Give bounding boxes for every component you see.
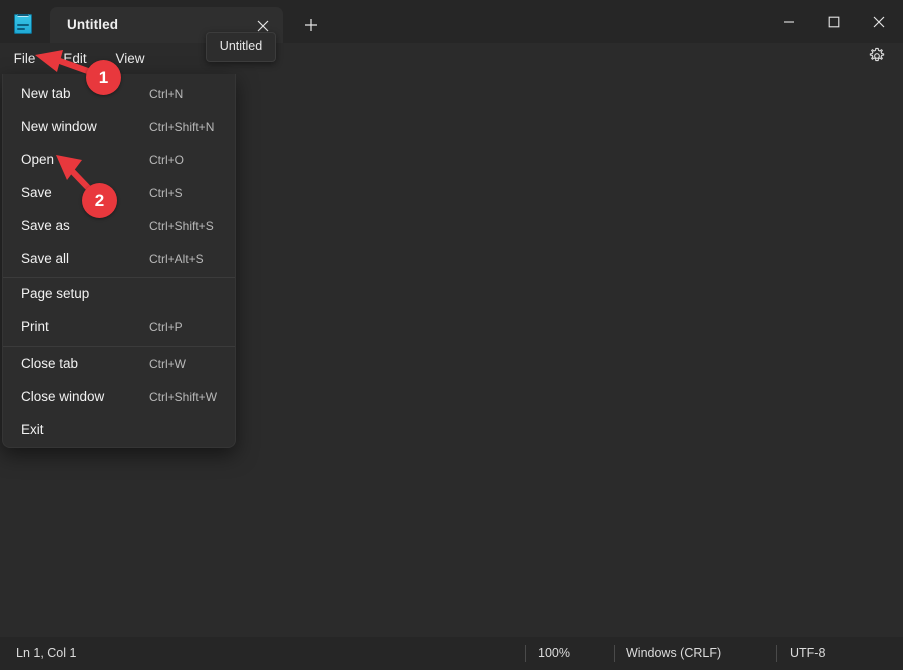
tab-title: Untitled — [67, 17, 119, 32]
notepad-icon — [14, 14, 32, 34]
maximize-button[interactable] — [811, 0, 856, 43]
minimize-button[interactable] — [766, 0, 811, 43]
title-bar: Untitled — [0, 0, 903, 43]
menu-option-open[interactable]: Open Ctrl+O — [7, 144, 231, 177]
menu-option-label: New window — [21, 119, 97, 134]
menu-item-file[interactable]: File — [8, 43, 41, 74]
menu-option-accelerator: Ctrl+O — [149, 153, 185, 167]
menu-option-label: Close window — [21, 389, 105, 404]
menu-bar: File Edit View — [0, 43, 903, 74]
notepad-window: Untitled Untitled File Edit View New tab… — [0, 0, 903, 670]
menu-option-label: New tab — [21, 86, 71, 101]
menu-option-label: Open — [21, 152, 55, 167]
tab-tooltip: Untitled — [206, 32, 276, 62]
menu-option-new-window[interactable]: New window Ctrl+Shift+N — [7, 111, 231, 144]
menu-option-accelerator: Ctrl+P — [149, 320, 183, 334]
minimize-icon — [783, 20, 794, 23]
status-divider — [776, 645, 777, 662]
menu-option-label: Exit — [21, 422, 44, 437]
menu-option-save-as[interactable]: Save as Ctrl+Shift+S — [7, 210, 231, 243]
status-divider — [614, 645, 615, 662]
plus-icon — [305, 19, 317, 31]
menu-option-label: Save as — [21, 218, 70, 233]
maximize-icon — [828, 16, 839, 27]
menu-option-label: Page setup — [21, 286, 90, 301]
menu-option-accelerator: Ctrl+Shift+S — [149, 219, 214, 233]
settings-button[interactable] — [868, 47, 892, 71]
tooltip-text: Untitled — [219, 39, 263, 53]
menu-separator — [3, 346, 235, 347]
menu-option-label: Save — [21, 185, 52, 200]
menu-option-accelerator: Ctrl+Shift+N — [149, 120, 215, 134]
encoding-status[interactable]: UTF-8 — [790, 646, 825, 660]
new-tab-button[interactable] — [297, 12, 325, 38]
annotation-badge-2: 2 — [82, 183, 117, 218]
gear-icon — [869, 47, 885, 62]
menu-option-label: Save all — [21, 251, 70, 266]
menu-option-page-setup[interactable]: Page setup — [7, 278, 231, 311]
menu-option-label: Print — [21, 319, 49, 334]
menu-option-print[interactable]: Print Ctrl+P — [7, 311, 231, 344]
status-divider — [525, 645, 526, 662]
menu-option-accelerator: Ctrl+Shift+W — [149, 390, 218, 404]
menu-option-accelerator: Ctrl+S — [149, 186, 183, 200]
close-button[interactable] — [856, 0, 901, 43]
status-bar: Ln 1, Col 1 100% Windows (CRLF) UTF-8 — [0, 637, 903, 670]
file-menu-dropdown: New tab Ctrl+N New window Ctrl+Shift+N O… — [2, 74, 236, 448]
menu-option-accelerator: Ctrl+W — [149, 357, 186, 371]
close-icon — [873, 16, 884, 27]
menu-option-exit[interactable]: Exit — [7, 414, 231, 447]
zoom-level-status[interactable]: 100% — [538, 646, 570, 660]
menu-option-label: Close tab — [21, 356, 79, 371]
menu-option-close-window[interactable]: Close window Ctrl+Shift+W — [7, 381, 231, 414]
menu-option-save[interactable]: Save Ctrl+S — [7, 177, 231, 210]
line-ending-status[interactable]: Windows (CRLF) — [626, 646, 721, 660]
cursor-position-status: Ln 1, Col 1 — [16, 646, 77, 660]
annotation-badge-1: 1 — [86, 60, 121, 95]
menu-option-accelerator: Ctrl+Alt+S — [149, 252, 204, 266]
menu-option-accelerator: Ctrl+N — [149, 87, 184, 101]
menu-option-close-tab[interactable]: Close tab Ctrl+W — [7, 348, 231, 381]
menu-option-save-all[interactable]: Save all Ctrl+Alt+S — [7, 243, 231, 276]
